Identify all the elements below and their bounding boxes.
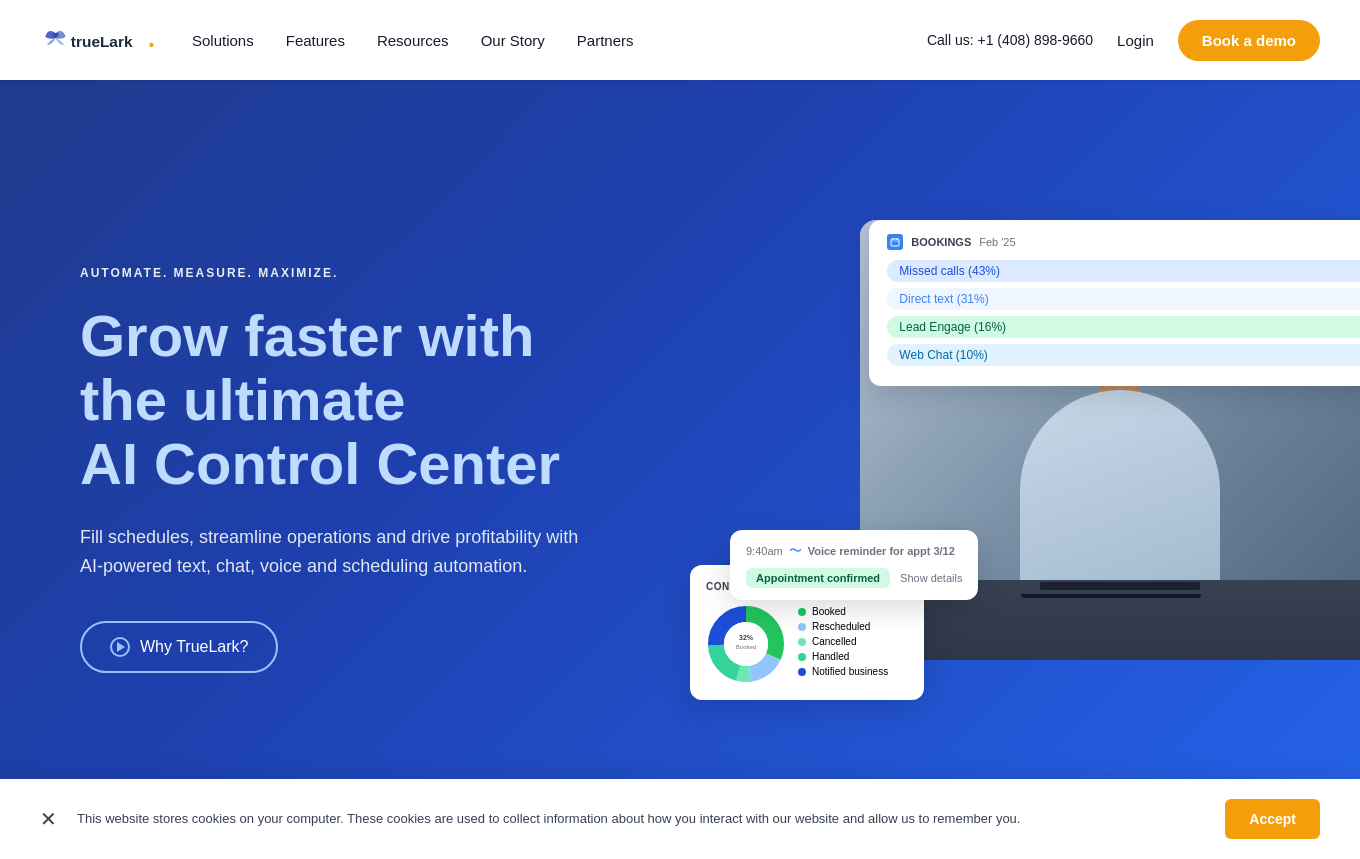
bookings-date: Feb '25 <box>979 236 1015 248</box>
play-triangle <box>117 642 125 652</box>
legend-dot-handled <box>798 653 806 661</box>
nav-right: Call us: +1 (408) 898-9660 Login Book a … <box>927 20 1320 61</box>
nav-phone: Call us: +1 (408) 898-9660 <box>927 32 1093 48</box>
legend-dot-booked <box>798 608 806 616</box>
hero-eyebrow: AUTOMATE. MEASURE. MAXIMIZE. <box>80 266 680 280</box>
hero-left: AUTOMATE. MEASURE. MAXIMIZE. Grow faster… <box>80 266 680 673</box>
hero-cta-label: Why TrueLark? <box>140 638 248 656</box>
hero-heading-line3: AI Control Center <box>80 431 560 496</box>
hero-right: BOOKINGS Feb '25 Missed calls (43%) Dire… <box>720 220 1360 720</box>
nav-resources[interactable]: Resources <box>377 32 449 49</box>
legend-dot-notified <box>798 668 806 676</box>
bookings-header: BOOKINGS Feb '25 <box>887 234 1360 250</box>
hero-subtext: Fill schedules, streamline operations an… <box>80 523 580 581</box>
cookie-text: This website stores cookies on your comp… <box>77 809 1185 829</box>
navbar: trueLark Solutions Features Resources Ou… <box>0 0 1360 80</box>
legend-booked: Booked <box>798 606 888 617</box>
donut-chart: 32% Booked <box>706 604 786 684</box>
svg-text:trueLark: trueLark <box>71 32 133 49</box>
legend-handled: Handled <box>798 651 888 662</box>
legend-label-booked: Booked <box>812 606 846 617</box>
svg-text:32%: 32% <box>739 634 754 641</box>
nav-login[interactable]: Login <box>1117 32 1154 49</box>
play-icon <box>110 637 130 657</box>
voice-top: 9:40am 〜 Voice reminder for appt 3/12 <box>746 542 962 560</box>
legend-label-notified: Notified business <box>812 666 888 677</box>
legend-rescheduled: Rescheduled <box>798 621 888 632</box>
legend-label-rescheduled: Rescheduled <box>812 621 870 632</box>
voice-message: Voice reminder for appt 3/12 <box>808 545 955 557</box>
hero-heading-line2: the ultimate <box>80 367 406 432</box>
nav-left: trueLark Solutions Features Resources Ou… <box>40 21 634 60</box>
svg-text:Booked: Booked <box>736 644 756 650</box>
show-details[interactable]: Show details <box>900 572 962 584</box>
hero-inner: AUTOMATE. MEASURE. MAXIMIZE. Grow faster… <box>0 160 1360 780</box>
legend-dot-rescheduled <box>798 623 806 631</box>
calendar-icon <box>887 234 903 250</box>
nav-solutions[interactable]: Solutions <box>192 32 254 49</box>
svg-rect-2 <box>891 239 899 246</box>
book-demo-button[interactable]: Book a demo <box>1178 20 1320 61</box>
legend-label-handled: Handled <box>812 651 849 662</box>
hero-section: AUTOMATE. MEASURE. MAXIMIZE. Grow faster… <box>0 0 1360 859</box>
confirmed-badge: Appointment confirmed <box>746 568 890 588</box>
wave-icon: 〜 <box>789 542 802 560</box>
voice-card: 9:40am 〜 Voice reminder for appt 3/12 Ap… <box>730 530 978 600</box>
nav-partners[interactable]: Partners <box>577 32 634 49</box>
nav-our-story[interactable]: Our Story <box>481 32 545 49</box>
legend-notified: Notified business <box>798 666 888 677</box>
bookings-title: BOOKINGS <box>911 236 971 248</box>
logo-svg: trueLark <box>40 21 160 60</box>
bookings-tag-lead: Lead Engage (16%) <box>887 316 1360 338</box>
legend-cancelled: Cancelled <box>798 636 888 647</box>
voice-bottom: Appointment confirmed Show details <box>746 568 962 588</box>
hero-heading: Grow faster with the ultimate AI Control… <box>80 304 680 495</box>
bookings-tag-direct: Direct text (31%) <box>887 288 1360 310</box>
nav-links: Solutions Features Resources Our Story P… <box>192 32 634 49</box>
donut-inner: 32% Booked Booked Rescheduled <box>706 604 908 684</box>
donut-legend: Booked Rescheduled Cancelled Handle <box>798 606 888 681</box>
legend-dot-cancelled <box>798 638 806 646</box>
legend-label-cancelled: Cancelled <box>812 636 856 647</box>
bookings-card: BOOKINGS Feb '25 Missed calls (43%) Dire… <box>869 220 1360 386</box>
cookie-banner: ✕ This website stores cookies on your co… <box>0 779 1360 859</box>
accept-cookies-button[interactable]: Accept <box>1225 799 1320 839</box>
bookings-tag-webchat: Web Chat (10%) <box>887 344 1360 366</box>
cookie-close-button[interactable]: ✕ <box>40 807 57 831</box>
voice-time: 9:40am <box>746 545 783 557</box>
nav-features[interactable]: Features <box>286 32 345 49</box>
why-truelark-button[interactable]: Why TrueLark? <box>80 621 278 673</box>
logo-link[interactable]: trueLark <box>40 21 160 60</box>
bookings-tag-missed: Missed calls (43%) <box>887 260 1360 282</box>
svg-point-1 <box>149 43 153 47</box>
hero-heading-line1: Grow faster with <box>80 303 534 368</box>
